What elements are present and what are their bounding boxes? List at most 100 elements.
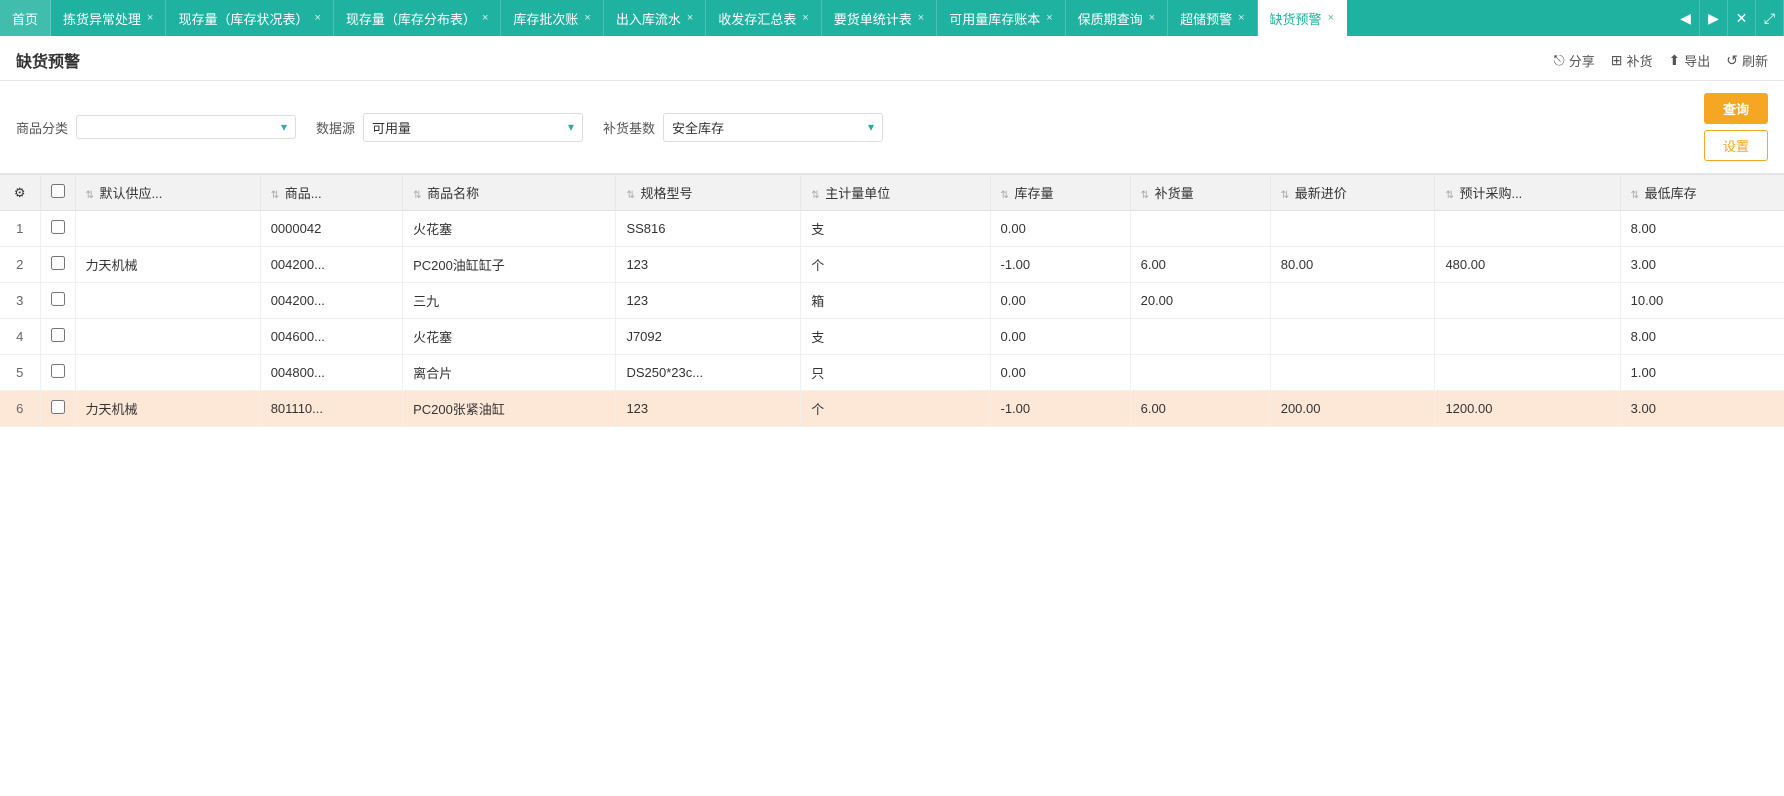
row-estimated [1435, 211, 1620, 247]
close-icon[interactable]: × [584, 12, 590, 24]
row-checkbox-cell[interactable] [40, 319, 75, 355]
nav-tab-order[interactable]: 要货单统计表 × [822, 0, 937, 36]
row-replenish: 6.00 [1130, 247, 1270, 283]
row-checkbox-cell[interactable] [40, 211, 75, 247]
table-header-name[interactable]: ⇅ 商品名称 [403, 175, 616, 211]
nav-tab-summary-label: 收发存汇总表 [718, 9, 796, 28]
nav-tab-available[interactable]: 可用量库存账本 × [937, 0, 1065, 36]
nav-tab-overstock[interactable]: 超储预警 × [1168, 0, 1257, 36]
sort-icon: ⇅ [626, 190, 634, 201]
table-body: 1 0000042 火花塞 SS816 支 0.00 8.00 2 力天机械 0… [0, 211, 1784, 427]
table-row: 2 力天机械 004200... PC200油缸缸子 123 个 -1.00 6… [0, 247, 1784, 283]
table-header-code[interactable]: ⇅ 商品... [260, 175, 402, 211]
close-icon[interactable]: × [314, 12, 320, 24]
nav-tab-stock-status[interactable]: 现存量（库存状况表） × [166, 0, 333, 36]
table-header-latest-price-label: 最新进价 [1295, 186, 1347, 201]
nav-tab-available-label: 可用量库存账本 [949, 9, 1040, 28]
nav-tab-batch[interactable]: 库存批次账 × [501, 0, 603, 36]
table-header-spec[interactable]: ⇅ 规格型号 [616, 175, 801, 211]
row-latest-price [1270, 355, 1435, 391]
close-icon[interactable]: × [147, 12, 153, 24]
row-checkbox[interactable] [51, 328, 65, 342]
replenish-button[interactable]: ⊞ 补货 [1611, 51, 1653, 70]
nav-expand-button[interactable]: ⤢ [1756, 0, 1784, 36]
table-header-estimated[interactable]: ⇅ 预计采购... [1435, 175, 1620, 211]
nav-tab-expiry[interactable]: 保质期查询 × [1066, 0, 1168, 36]
row-estimated: 480.00 [1435, 247, 1620, 283]
row-number: 3 [0, 283, 40, 319]
close-icon[interactable]: × [687, 12, 693, 24]
table-row: 5 004800... 离合片 DS250*23c... 只 0.00 1.00 [0, 355, 1784, 391]
nav-tab-picking[interactable]: 拣货异常处理 × [51, 0, 166, 36]
row-stock: 0.00 [990, 211, 1130, 247]
row-checkbox[interactable] [51, 400, 65, 414]
nav-tab-stockout[interactable]: 缺货预警 × [1258, 0, 1347, 36]
close-icon[interactable]: × [1149, 12, 1155, 24]
row-min-stock: 1.00 [1620, 355, 1784, 391]
settings-button[interactable]: 设置 [1704, 130, 1768, 161]
table-header-supplier-label: 默认供应... [100, 186, 163, 201]
table-header-replenish[interactable]: ⇅ 补货量 [1130, 175, 1270, 211]
row-estimated: 1200.00 [1435, 391, 1620, 427]
row-checkbox[interactable] [51, 256, 65, 270]
row-spec: 123 [616, 247, 801, 283]
sort-icon: ⇅ [1281, 190, 1289, 201]
refresh-icon: ↺ [1726, 52, 1738, 69]
filter-area: 商品分类 ▾ 数据源 可用量 ▾ 补货基数 安全库存 ▾ 查询 设置 [0, 81, 1784, 174]
row-name: 三九 [403, 283, 616, 319]
row-checkbox-cell[interactable] [40, 283, 75, 319]
refresh-button[interactable]: ↺ 刷新 [1726, 51, 1768, 70]
row-checkbox-cell[interactable] [40, 391, 75, 427]
table-header-stock[interactable]: ⇅ 库存量 [990, 175, 1130, 211]
sort-icon: ⇅ [811, 190, 819, 201]
sort-icon: ⇅ [413, 190, 421, 201]
table-header-supplier[interactable]: ⇅ 默认供应... [75, 175, 260, 211]
row-checkbox-cell[interactable] [40, 355, 75, 391]
row-checkbox[interactable] [51, 364, 65, 378]
row-name: 离合片 [403, 355, 616, 391]
datasource-select[interactable]: 可用量 ▾ [363, 113, 583, 142]
sort-icon: ⇅ [1631, 190, 1639, 201]
table-header-min-stock-label: 最低库存 [1645, 186, 1697, 201]
row-min-stock: 10.00 [1620, 283, 1784, 319]
row-unit: 支 [801, 211, 990, 247]
table-header-min-stock[interactable]: ⇅ 最低库存 [1620, 175, 1784, 211]
sort-icon: ⇅ [1445, 190, 1453, 201]
nav-tab-summary[interactable]: 收发存汇总表 × [706, 0, 821, 36]
nav-next-button[interactable]: ▶ [1700, 0, 1728, 36]
table-header-checkbox[interactable] [40, 175, 75, 211]
replenish-select[interactable]: 安全库存 ▾ [663, 113, 883, 142]
table-header-stock-label: 库存量 [1015, 186, 1054, 201]
nav-tab-stock-dist[interactable]: 现存量（库存分布表） × [334, 0, 501, 36]
row-supplier [75, 283, 260, 319]
page-title: 缺货预警 [16, 48, 80, 72]
close-icon[interactable]: × [1046, 12, 1052, 24]
table-header-latest-price[interactable]: ⇅ 最新进价 [1270, 175, 1435, 211]
close-icon[interactable]: × [1328, 12, 1334, 24]
category-filter-group: 商品分类 ▾ [16, 115, 296, 139]
category-select[interactable]: ▾ [76, 115, 296, 139]
share-button[interactable]: ⎋ 分享 [1554, 51, 1595, 70]
nav-tab-inout-label: 出入库流水 [616, 9, 681, 28]
query-button[interactable]: 查询 [1704, 93, 1768, 124]
table-header-unit[interactable]: ⇅ 主计量单位 [801, 175, 990, 211]
export-button[interactable]: ⬆ 导出 [1669, 51, 1711, 70]
select-all-checkbox[interactable] [51, 184, 65, 198]
nav-tab-batch-label: 库存批次账 [513, 9, 578, 28]
row-checkbox[interactable] [51, 220, 65, 234]
nav-prev-button[interactable]: ◀ [1672, 0, 1700, 36]
close-icon[interactable]: × [918, 12, 924, 24]
replenish-chevron-icon: ▾ [868, 120, 874, 134]
row-code: 004800... [260, 355, 402, 391]
nav-tab-inout[interactable]: 出入库流水 × [604, 0, 706, 36]
nav-tab-home[interactable]: 首页 [0, 0, 51, 36]
close-icon[interactable]: × [802, 12, 808, 24]
table-header-gear[interactable]: ⚙ [0, 175, 40, 211]
row-checkbox[interactable] [51, 292, 65, 306]
close-icon[interactable]: × [1238, 12, 1244, 24]
close-icon[interactable]: × [482, 12, 488, 24]
nav-close-button[interactable]: ✕ [1728, 0, 1756, 36]
data-table: ⚙ ⇅ 默认供应... ⇅ 商品... ⇅ 商品名称 [0, 174, 1784, 427]
row-checkbox-cell[interactable] [40, 247, 75, 283]
row-supplier [75, 319, 260, 355]
